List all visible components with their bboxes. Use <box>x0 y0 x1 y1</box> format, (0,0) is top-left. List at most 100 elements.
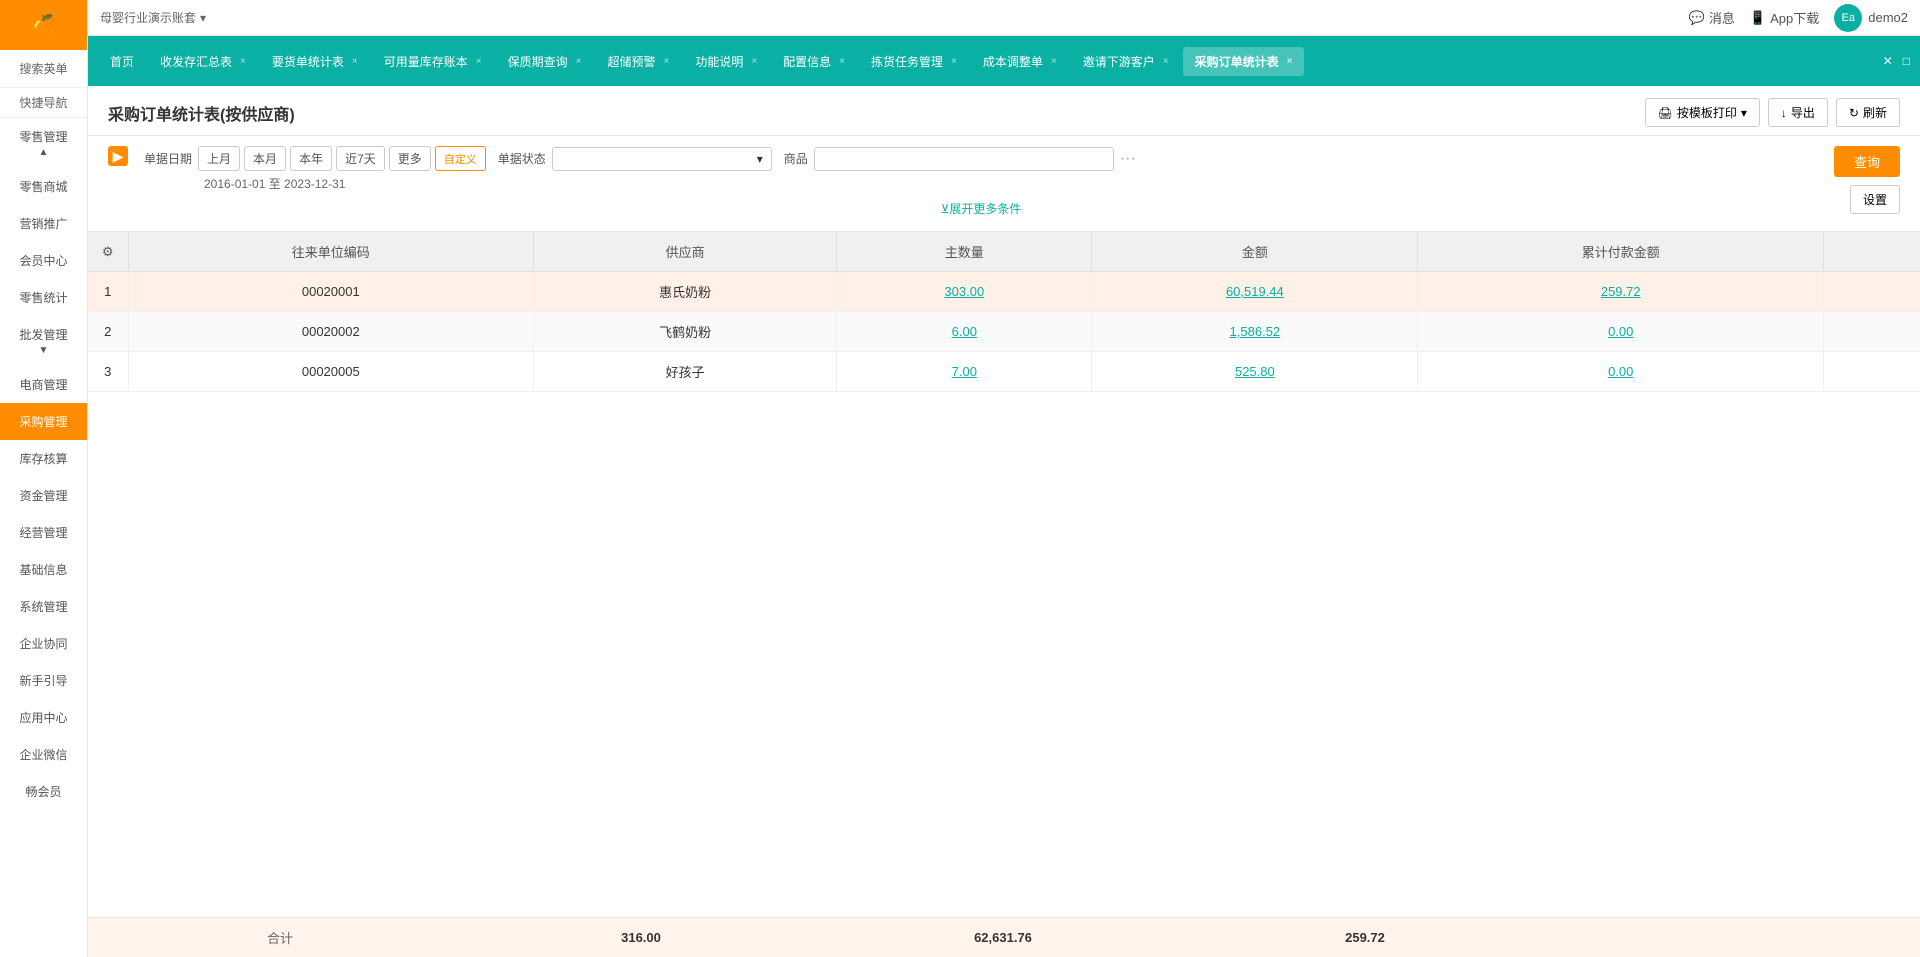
paid-link[interactable]: 0.00 <box>1608 364 1633 379</box>
refresh-label: 刷新 <box>1863 104 1887 121</box>
sidebar-item-retail-stats[interactable]: 零售统计 <box>0 279 87 316</box>
date-btn-custom[interactable]: 自定义 <box>435 146 486 171</box>
row-code: 00020005 <box>128 352 534 392</box>
row-amount: 525.80 <box>1092 352 1418 392</box>
filter-fields: 单据日期 上月 本月 本年 近7天 更多 自定义 单据状态 <box>144 146 1818 221</box>
close-icon[interactable]: × <box>751 56 757 67</box>
close-icon[interactable]: × <box>476 56 482 67</box>
qty-link[interactable]: 7.00 <box>952 364 977 379</box>
ellipsis-icon[interactable]: ··· <box>1120 150 1136 168</box>
refresh-icon: ↻ <box>1849 106 1859 120</box>
sidebar-item-wholesale-mgmt[interactable]: 批发管理 ▼ <box>0 316 87 366</box>
goods-input[interactable] <box>814 147 1114 171</box>
date-btn-this-month[interactable]: 本月 <box>244 146 286 171</box>
paid-link[interactable]: 259.72 <box>1601 284 1641 299</box>
sidebar-item-app-center[interactable]: 应用中心 <box>0 699 87 736</box>
sidebar-item-collab[interactable]: 企业协同 <box>0 625 87 662</box>
sidebar-quick-nav[interactable]: 快捷导航 <box>0 88 87 118</box>
sidebar-item-guide[interactable]: 新手引导 <box>0 662 87 699</box>
data-table-area: ⚙ 往来单位编码 供应商 主数量 金额 累计付款金额 1 00020001 <box>88 232 1920 917</box>
close-icon[interactable]: × <box>576 56 582 67</box>
settings-icon[interactable]: ⚙ <box>102 244 114 259</box>
data-table: ⚙ 往来单位编码 供应商 主数量 金额 累计付款金额 1 00020001 <box>88 232 1920 392</box>
amount-link[interactable]: 1,586.52 <box>1230 324 1281 339</box>
sidebar-item-wechat[interactable]: 企业微信 <box>0 736 87 773</box>
tab-purchase-order-stats[interactable]: 采购订单统计表 × <box>1183 47 1305 76</box>
tab-home-label: 首页 <box>110 53 134 70</box>
sidebar-item-vip[interactable]: 畅会员 <box>0 773 87 810</box>
refresh-button[interactable]: ↻ 刷新 <box>1836 98 1900 127</box>
app-download-link[interactable]: 📱 App下载 <box>1750 8 1819 27</box>
tab-cost-adjust[interactable]: 成本调整单 × <box>971 47 1069 76</box>
close-icon[interactable]: × <box>951 56 957 67</box>
sidebar-item-finance[interactable]: 资金管理 <box>0 477 87 514</box>
expand-more-btn[interactable]: ⊻ 展开更多条件 <box>144 196 1818 221</box>
sidebar-item-sys-mgmt[interactable]: 系统管理 <box>0 588 87 625</box>
breadcrumb-text: 母婴行业演示账套 <box>100 9 196 26</box>
amount-link[interactable]: 60,519.44 <box>1226 284 1284 299</box>
arrow-icon: ▶ <box>113 148 124 165</box>
table-row: 3 00020005 好孩子 7.00 525.80 0.00 <box>88 352 1920 392</box>
window-close-icon[interactable]: ✕ <box>1883 54 1893 68</box>
sidebar-search[interactable]: 搜索英单 <box>0 50 87 88</box>
date-btn-7days[interactable]: 近7天 <box>336 146 385 171</box>
chevron-down-icon: ▼ <box>39 345 49 356</box>
amount-link[interactable]: 525.80 <box>1235 364 1275 379</box>
tab-available-inventory[interactable]: 可用量库存账本 × <box>372 47 494 76</box>
filter-date-item: 单据日期 上月 本月 本年 近7天 更多 自定义 <box>144 146 486 171</box>
sidebar-item-member-center[interactable]: 会员中心 <box>0 242 87 279</box>
tab-shelf-life[interactable]: 保质期查询 × <box>496 47 594 76</box>
filter-toggle-button[interactable]: ▶ <box>108 146 128 166</box>
date-quick-btns: 上月 本月 本年 近7天 更多 自定义 <box>198 146 486 171</box>
sidebar-item-purchase-mgmt[interactable]: 采购管理 <box>0 403 87 440</box>
qty-link[interactable]: 303.00 <box>944 284 984 299</box>
sidebar-item-operations[interactable]: 经营管理 <box>0 514 87 551</box>
close-icon[interactable]: × <box>1287 56 1293 67</box>
sidebar-item-ecommerce[interactable]: 电商管理 <box>0 366 87 403</box>
date-btn-last-month[interactable]: 上月 <box>198 146 240 171</box>
close-icon[interactable]: × <box>663 56 669 67</box>
export-button[interactable]: ↓ 导出 <box>1768 98 1828 127</box>
sidebar-item-retail-mall[interactable]: 零售商城 <box>0 168 87 205</box>
tab-config-info[interactable]: 配置信息 × <box>771 47 857 76</box>
tab-requisition-stats[interactable]: 要货单统计表 × <box>260 47 370 76</box>
messages-link[interactable]: 💬 消息 <box>1689 8 1735 27</box>
tab-bar: 首页 收发存汇总表 × 要货单统计表 × 可用量库存账本 × 保质期查询 × 超… <box>88 36 1920 86</box>
close-icon[interactable]: × <box>240 56 246 67</box>
download-icon: 📱 <box>1750 10 1766 26</box>
sidebar-item-retail-mgmt[interactable]: 零售管理 ▲ <box>0 118 87 168</box>
sidebar-item-inventory[interactable]: 库存核算 <box>0 440 87 477</box>
user-menu[interactable]: Ea demo2 <box>1834 4 1908 32</box>
paid-link[interactable]: 0.00 <box>1608 324 1633 339</box>
date-btn-this-year[interactable]: 本年 <box>290 146 332 171</box>
sidebar-item-label: 电商管理 <box>19 376 67 393</box>
tab-label: 采购订单统计表 <box>1195 53 1279 70</box>
window-maximize-icon[interactable]: □ <box>1903 54 1910 68</box>
tab-home[interactable]: 首页 <box>98 47 146 76</box>
close-icon[interactable]: × <box>352 56 358 67</box>
print-button[interactable]: 🖨 按模板打印 ▾ <box>1645 98 1760 127</box>
tab-overstock-warning[interactable]: 超储预警 × <box>595 47 681 76</box>
sidebar-item-marketing[interactable]: 营销推广 <box>0 205 87 242</box>
avatar: Ea <box>1834 4 1862 32</box>
date-btn-more[interactable]: 更多 <box>389 146 431 171</box>
sidebar-item-basic-info[interactable]: 基础信息 <box>0 551 87 588</box>
print-label: 按模板打印 <box>1677 104 1737 121</box>
row-amount: 1,586.52 <box>1092 312 1418 352</box>
qty-link[interactable]: 6.00 <box>952 324 977 339</box>
close-icon[interactable]: × <box>839 56 845 67</box>
col-amount-header: 金额 <box>1092 232 1418 272</box>
status-select[interactable]: ▾ <box>552 147 772 171</box>
col-supplier-header: 供应商 <box>534 232 837 272</box>
close-icon[interactable]: × <box>1051 56 1057 67</box>
tab-function-desc[interactable]: 功能说明 × <box>683 47 769 76</box>
filter-actions: 查询 设置 <box>1834 146 1900 214</box>
query-button[interactable]: 查询 <box>1834 146 1900 177</box>
sidebar: 🍊 搜索英单 快捷导航 零售管理 ▲ 零售商城 营销推广 会员中心 零售统计 批… <box>0 0 88 957</box>
tab-pick-task[interactable]: 拣货任务管理 × <box>859 47 969 76</box>
expand-icon: ⊻ <box>941 202 950 216</box>
tab-collection-summary[interactable]: 收发存汇总表 × <box>148 47 258 76</box>
settings-button[interactable]: 设置 <box>1850 185 1900 214</box>
tab-invite-downstream[interactable]: 邀请下游客户 × <box>1071 47 1181 76</box>
close-icon[interactable]: × <box>1163 56 1169 67</box>
